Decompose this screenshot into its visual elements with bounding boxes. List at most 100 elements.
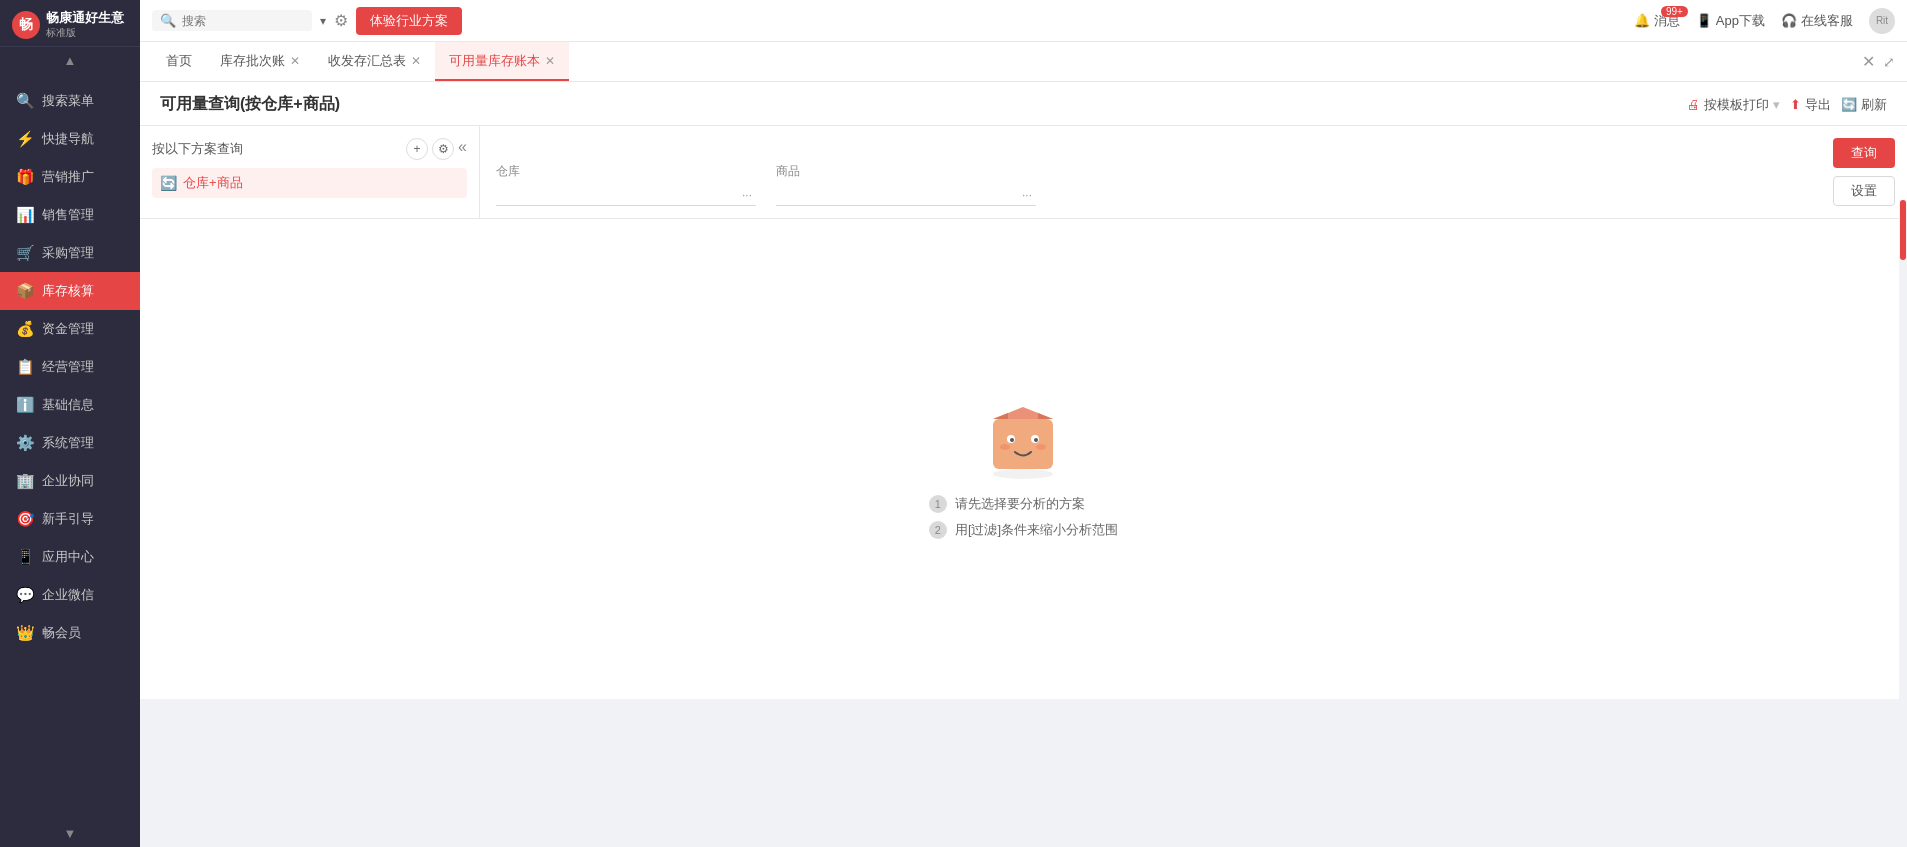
svg-marker-2: [993, 413, 1008, 419]
clipboard-icon: 📋: [16, 358, 34, 376]
sidebar-scroll-up[interactable]: ▲: [0, 47, 140, 74]
sidebar-item-enterprise[interactable]: 🏢 企业协同: [0, 462, 140, 500]
refresh-btn[interactable]: 🔄 刷新: [1841, 96, 1887, 114]
notification-btn[interactable]: 🔔 消息 99+: [1634, 12, 1680, 30]
industry-btn[interactable]: 体验行业方案: [356, 7, 462, 35]
sidebar-item-label: 采购管理: [42, 244, 94, 262]
refresh-icon: 🔄: [1841, 97, 1857, 112]
tab-summary-close[interactable]: ✕: [411, 54, 421, 68]
empty-illustration: [973, 379, 1073, 479]
empty-tip-2: 2 用[过滤]条件来缩小分析范围: [929, 521, 1118, 539]
tab-close-btn[interactable]: ✕: [1862, 52, 1875, 71]
user-menu-btn[interactable]: Rit: [1869, 8, 1895, 34]
sidebar-item-finance[interactable]: 💰 资金管理: [0, 310, 140, 348]
service-label: 在线客服: [1801, 12, 1853, 30]
sidebar-item-wechat[interactable]: 💬 企业微信: [0, 576, 140, 614]
sidebar-item-app[interactable]: 📱 应用中心: [0, 538, 140, 576]
sidebar-item-label: 应用中心: [42, 548, 94, 566]
sidebar-item-basic[interactable]: ℹ️ 基础信息: [0, 386, 140, 424]
tab-home[interactable]: 首页: [152, 42, 206, 81]
filter-scheme-item[interactable]: 🔄 仓库+商品: [152, 168, 467, 198]
sidebar-item-sales[interactable]: 📊 销售管理: [0, 196, 140, 234]
tab-home-label: 首页: [166, 52, 192, 70]
box-icon: 📦: [16, 282, 34, 300]
sidebar: 畅 畅康通好生意 标准版 ▲ 🔍 搜索菜单 ⚡ 快捷导航 🎁 营销推广: [0, 0, 140, 847]
mobile-icon: 📱: [1696, 13, 1712, 28]
filter-area: 按以下方案查询 + ⚙ « 🔄 仓库+商品 仓: [140, 126, 1907, 219]
goods-input[interactable]: [780, 187, 1018, 202]
sidebar-item-label: 营销推广: [42, 168, 94, 186]
warehouse-label: 仓库: [496, 163, 756, 180]
export-btn[interactable]: ⬆ 导出: [1790, 96, 1831, 114]
avatar: Rit: [1869, 8, 1895, 34]
print-label: 按模板打印: [1704, 96, 1769, 114]
sidebar-item-label: 系统管理: [42, 434, 94, 452]
svg-point-6: [1010, 438, 1014, 442]
right-scrollbar[interactable]: [1899, 200, 1907, 847]
filter-section-actions: + ⚙ «: [406, 138, 467, 160]
online-service-btn[interactable]: 🎧 在线客服: [1781, 12, 1853, 30]
search-input[interactable]: [182, 14, 304, 28]
sidebar-subtitle: 标准版: [46, 26, 124, 40]
money-icon: 💰: [16, 320, 34, 338]
sidebar-item-purchase[interactable]: 🛒 采购管理: [0, 234, 140, 272]
gear-icon: ⚙️: [16, 434, 34, 452]
topbar: 🔍 ▾ ⚙ 体验行业方案 🔔 消息 99+ 📱 App下载 🎧: [140, 0, 1907, 42]
goods-label: 商品: [776, 163, 1036, 180]
svg-point-9: [1036, 444, 1046, 450]
print-btn[interactable]: 🖨 按模板打印 ▾: [1687, 96, 1780, 114]
print-icon: 🖨: [1687, 97, 1700, 112]
filter-right: 仓库 ··· 商品 ···: [480, 126, 1821, 218]
info-icon: ℹ️: [16, 396, 34, 414]
tab-available-close[interactable]: ✕: [545, 54, 555, 68]
scrollbar-thumb: [1900, 200, 1906, 260]
sidebar-item-label: 资金管理: [42, 320, 94, 338]
export-icon: ⬆: [1790, 97, 1801, 112]
sidebar-item-guide[interactable]: 🎯 新手引导: [0, 500, 140, 538]
tab-batch[interactable]: 库存批次账 ✕: [206, 42, 314, 81]
warehouse-input[interactable]: [500, 187, 738, 202]
sidebar-item-shortcut[interactable]: ⚡ 快捷导航: [0, 120, 140, 158]
sidebar-item-marketing[interactable]: 🎁 营销推广: [0, 158, 140, 196]
sidebar-item-system[interactable]: ⚙️ 系统管理: [0, 424, 140, 462]
headset-icon: 🎧: [1781, 13, 1797, 28]
tab-summary[interactable]: 收发存汇总表 ✕: [314, 42, 435, 81]
sidebar-item-inventory[interactable]: 📦 库存核算: [0, 272, 140, 310]
warehouse-more-icon[interactable]: ···: [742, 188, 752, 202]
tab-batch-close[interactable]: ✕: [290, 54, 300, 68]
svg-point-8: [1000, 444, 1010, 450]
sidebar-item-operation[interactable]: 📋 经营管理: [0, 348, 140, 386]
tip-text-2: 用[过滤]条件来缩小分析范围: [955, 521, 1118, 539]
app-download-btn[interactable]: 📱 App下载: [1696, 12, 1765, 30]
query-button[interactable]: 查询: [1833, 138, 1895, 168]
tabs-bar: 首页 库存批次账 ✕ 收发存汇总表 ✕ 可用量库存账本 ✕ ✕ ⤢: [140, 42, 1907, 82]
sidebar-title: 畅康通好生意: [46, 10, 124, 26]
sidebar-item-label: 库存核算: [42, 282, 94, 300]
filter-collapse-btn[interactable]: «: [458, 138, 467, 160]
filter-goods-field: 商品 ···: [776, 163, 1036, 206]
setting-button[interactable]: 设置: [1833, 176, 1895, 206]
goods-more-icon[interactable]: ···: [1022, 188, 1032, 202]
sidebar-item-label: 基础信息: [42, 396, 94, 414]
sidebar-item-member[interactable]: 👑 畅会员: [0, 614, 140, 652]
sidebar-item-search[interactable]: 🔍 搜索菜单: [0, 82, 140, 120]
sidebar-scroll-down[interactable]: ▼: [0, 820, 140, 847]
tabs-bar-actions: ✕ ⤢: [1862, 52, 1895, 71]
sidebar-item-label: 搜索菜单: [42, 92, 94, 110]
filter-settings-btn[interactable]: ⚙: [432, 138, 454, 160]
mobile-icon: 📱: [16, 548, 34, 566]
settings-icon[interactable]: ⚙: [334, 11, 348, 30]
chevron-down-icon: ▾: [320, 14, 326, 28]
filter-add-btn[interactable]: +: [406, 138, 428, 160]
print-dropdown-icon: ▾: [1773, 97, 1780, 112]
tab-available[interactable]: 可用量库存账本 ✕: [435, 42, 569, 81]
notification-badge: 99+: [1661, 6, 1688, 17]
page-header-actions: 🖨 按模板打印 ▾ ⬆ 导出 🔄 刷新: [1687, 96, 1887, 114]
tab-expand-btn[interactable]: ⤢: [1883, 54, 1895, 70]
goods-input-wrapper: ···: [776, 184, 1036, 206]
scheme-icon: 🔄: [160, 175, 177, 191]
topbar-search-box[interactable]: 🔍: [152, 10, 312, 31]
sidebar-item-label: 经营管理: [42, 358, 94, 376]
topbar-dropdown[interactable]: ▾: [320, 14, 326, 28]
sidebar-item-label: 销售管理: [42, 206, 94, 224]
